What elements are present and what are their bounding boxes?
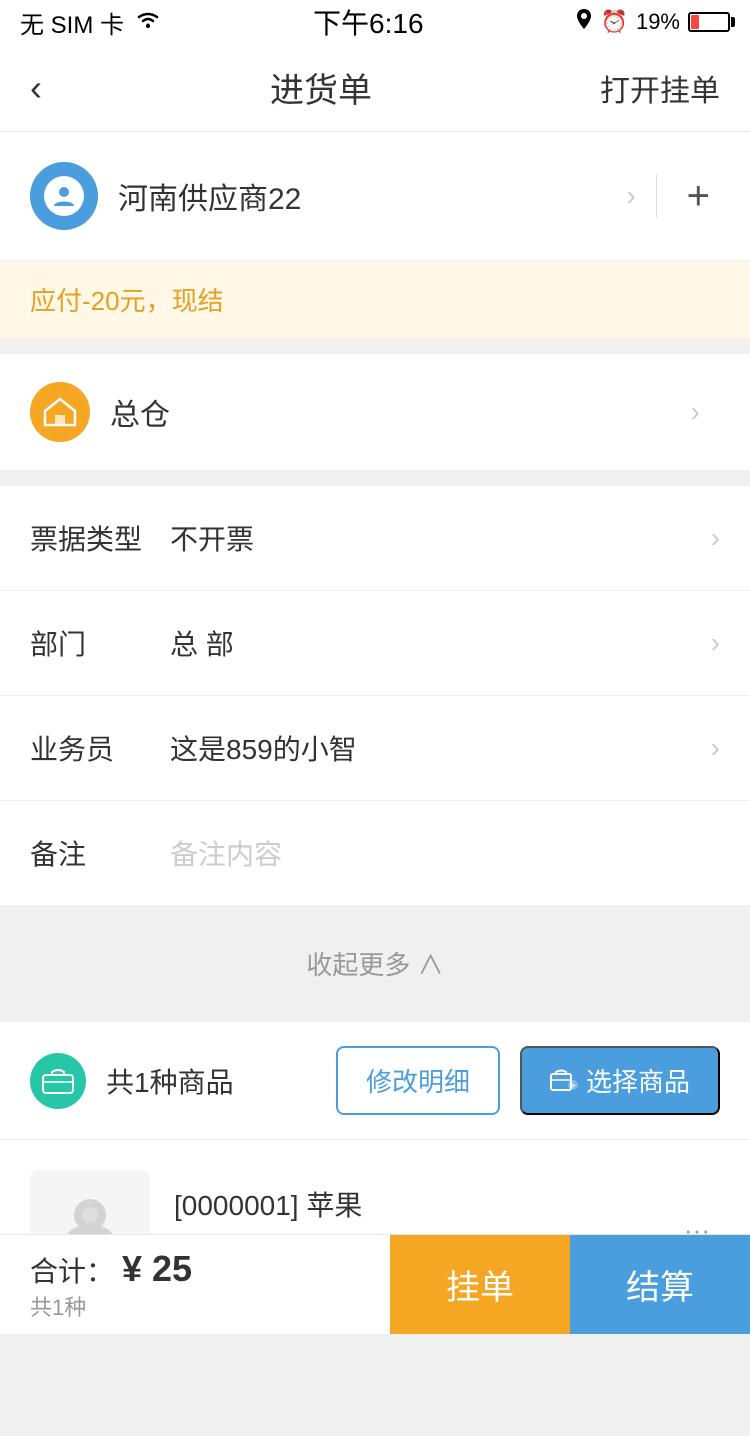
department-chevron-icon: › — [711, 627, 720, 659]
notice-text: 应付-20元，现结 — [30, 286, 224, 316]
nav-bar: ‹ 进货单 打开挂单 — [0, 44, 750, 132]
wifi-icon — [134, 8, 162, 36]
location-icon — [575, 8, 593, 36]
invoice-type-row[interactable]: 票据类型 不开票 › — [0, 486, 750, 591]
total-label: 合计： — [30, 1250, 114, 1290]
add-button[interactable]: + — [677, 174, 720, 219]
total-sub: 共1种 — [30, 1290, 360, 1322]
svg-text:+: + — [570, 1081, 576, 1092]
checkout-button[interactable]: 结算 — [570, 1235, 750, 1334]
collapse-bar[interactable]: 收起更多 ∧ — [0, 921, 750, 1006]
remark-label: 备注 — [30, 833, 150, 873]
product-name: [0000001] 苹果 — [174, 1184, 650, 1224]
open-pending-button[interactable]: 打开挂单 — [600, 66, 720, 110]
warehouse-chevron-icon: › — [691, 396, 700, 428]
warehouse-name: 总仓 — [110, 390, 691, 434]
select-product-button[interactable]: + 选择商品 — [520, 1046, 720, 1115]
battery-icon — [688, 12, 730, 32]
supplier-name: 河南供应商22 — [118, 174, 626, 218]
network-label: 无 SIM 卡 — [20, 5, 124, 40]
department-value: 总 部 — [150, 623, 711, 663]
suspend-button[interactable]: 挂单 — [390, 1235, 570, 1334]
salesman-label: 业务员 — [30, 728, 150, 768]
status-right: ⏰ 19% — [575, 8, 730, 36]
product-code: [0000001] — [174, 1190, 299, 1221]
supplier-row[interactable]: 河南供应商22 › + — [0, 132, 750, 261]
page-title: 进货单 — [270, 63, 372, 112]
supplier-section: 河南供应商22 › + 应付-20元，现结 — [0, 132, 750, 338]
modify-detail-button[interactable]: 修改明细 — [336, 1046, 500, 1115]
department-row[interactable]: 部门 总 部 › — [0, 591, 750, 696]
warehouse-section[interactable]: 总仓 › — [0, 354, 750, 470]
product-icon — [30, 1053, 86, 1109]
supplier-avatar — [30, 162, 98, 230]
product-header: 共1种商品 修改明细 + 选择商品 — [0, 1022, 750, 1140]
notice-bar: 应付-20元，现结 — [0, 261, 750, 338]
select-product-label: 选择商品 — [586, 1062, 690, 1099]
remark-input[interactable]: 备注内容 — [150, 833, 720, 873]
bottom-bar: 合计： ¥ 25 共1种 挂单 结算 — [0, 1234, 750, 1334]
alarm-icon: ⏰ — [601, 9, 628, 35]
total-amount: ¥ 25 — [122, 1248, 192, 1290]
invoice-chevron-icon: › — [711, 522, 720, 554]
status-left: 无 SIM 卡 — [20, 5, 162, 40]
product-count: 共1种商品 — [106, 1061, 316, 1101]
form-section: 票据类型 不开票 › 部门 总 部 › 业务员 这是859的小智 › 备注 备注… — [0, 486, 750, 905]
remark-row[interactable]: 备注 备注内容 — [0, 801, 750, 905]
status-bar: 无 SIM 卡 下午6:16 ⏰ 19% — [0, 0, 750, 44]
avatar-inner — [44, 176, 84, 216]
department-label: 部门 — [30, 623, 150, 663]
back-button[interactable]: ‹ — [30, 67, 42, 109]
time-label: 下午6:16 — [313, 2, 424, 42]
battery-percent: 19% — [636, 9, 680, 35]
warehouse-icon — [30, 382, 90, 442]
collapse-label: 收起更多 ∧ — [306, 950, 443, 980]
supplier-chevron-icon: › — [626, 180, 635, 212]
product-title: 苹果 — [306, 1190, 362, 1221]
salesman-value: 这是859的小智 — [150, 728, 711, 768]
salesman-chevron-icon: › — [711, 732, 720, 764]
invoice-value: 不开票 — [150, 518, 711, 558]
total-section: 合计： ¥ 25 共1种 — [0, 1235, 390, 1334]
invoice-label: 票据类型 — [30, 518, 150, 558]
salesman-row[interactable]: 业务员 这是859的小智 › — [0, 696, 750, 801]
divider — [656, 174, 657, 218]
total-row: 合计： ¥ 25 — [30, 1248, 360, 1290]
